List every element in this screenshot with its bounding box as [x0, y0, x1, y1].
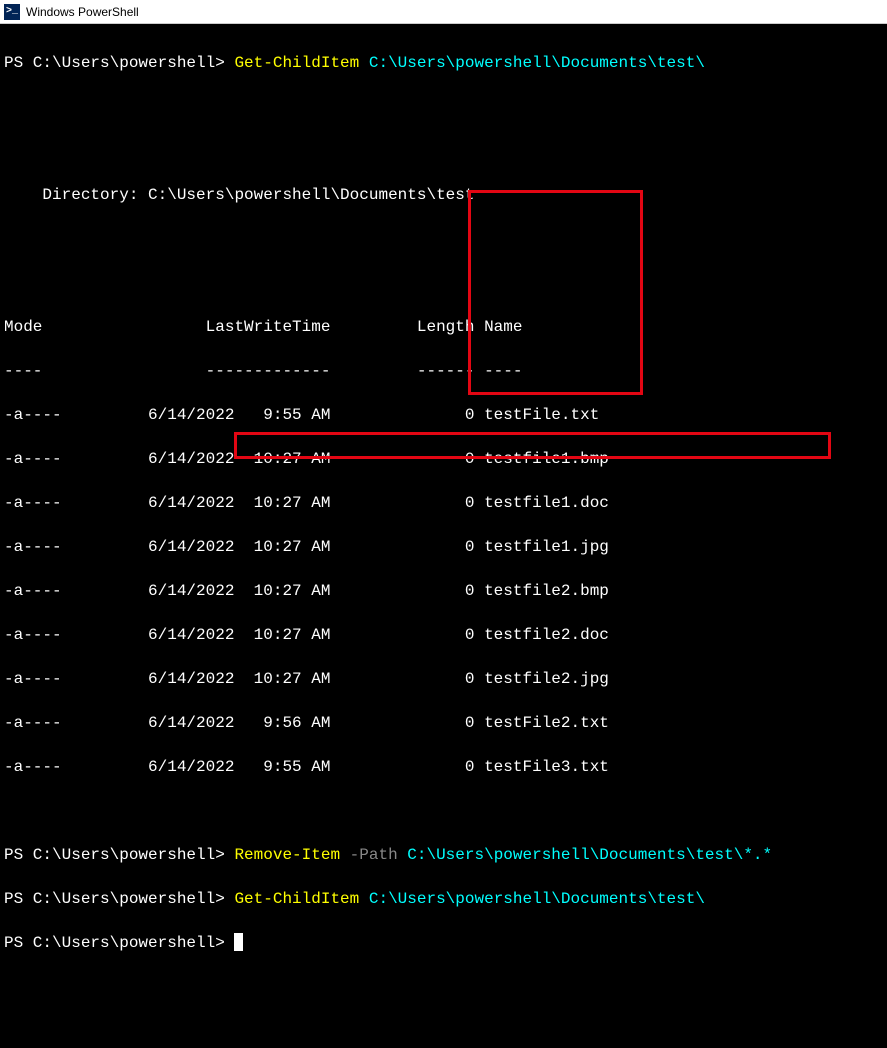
- table-row: -a---- 6/14/2022 10:27 AM 0 testfile2.bm…: [4, 580, 883, 602]
- cursor: [234, 933, 243, 951]
- prompt: PS C:\Users\powershell>: [4, 846, 234, 864]
- table-row: -a---- 6/14/2022 10:27 AM 0 testfile1.do…: [4, 492, 883, 514]
- table-row: -a---- 6/14/2022 10:27 AM 0 testfile2.jp…: [4, 668, 883, 690]
- table-row: -a---- 6/14/2022 10:27 AM 0 testfile1.bm…: [4, 448, 883, 470]
- table-row: -a---- 6/14/2022 10:27 AM 0 testfile2.do…: [4, 624, 883, 646]
- window-title: Windows PowerShell: [26, 5, 139, 19]
- prompt: PS C:\Users\powershell>: [4, 54, 234, 72]
- cmd-argument: C:\Users\powershell\Documents\test\*.*: [398, 846, 772, 864]
- cmdlet-name: Get-ChildItem: [234, 54, 359, 72]
- table-row: -a---- 6/14/2022 9:55 AM 0 testFile3.txt: [4, 756, 883, 778]
- table-row: -a---- 6/14/2022 10:27 AM 0 testfile1.jp…: [4, 536, 883, 558]
- column-separator: ---- ------------- ------ ----: [4, 360, 883, 382]
- title-bar: >_ Windows PowerShell: [0, 0, 887, 24]
- directory-header: Directory: C:\Users\powershell\Documents…: [4, 184, 883, 206]
- terminal-pane[interactable]: PS C:\Users\powershell> Get-ChildItem C:…: [0, 24, 887, 1048]
- cmd-argument: C:\Users\powershell\Documents\test\: [359, 890, 705, 908]
- cmd-param: -Path: [340, 846, 398, 864]
- table-row: -a---- 6/14/2022 9:55 AM 0 testFile.txt: [4, 404, 883, 426]
- cmd-argument: C:\Users\powershell\Documents\test\: [359, 54, 705, 72]
- table-row: -a---- 6/14/2022 9:56 AM 0 testFile2.txt: [4, 712, 883, 734]
- cmdlet-name: Remove-Item: [234, 846, 340, 864]
- column-header: Mode LastWriteTime Length Name: [4, 316, 883, 338]
- cmdlet-name: Get-ChildItem: [234, 890, 359, 908]
- powershell-icon: >_: [4, 4, 20, 20]
- prompt: PS C:\Users\powershell>: [4, 890, 234, 908]
- prompt: PS C:\Users\powershell>: [4, 934, 234, 952]
